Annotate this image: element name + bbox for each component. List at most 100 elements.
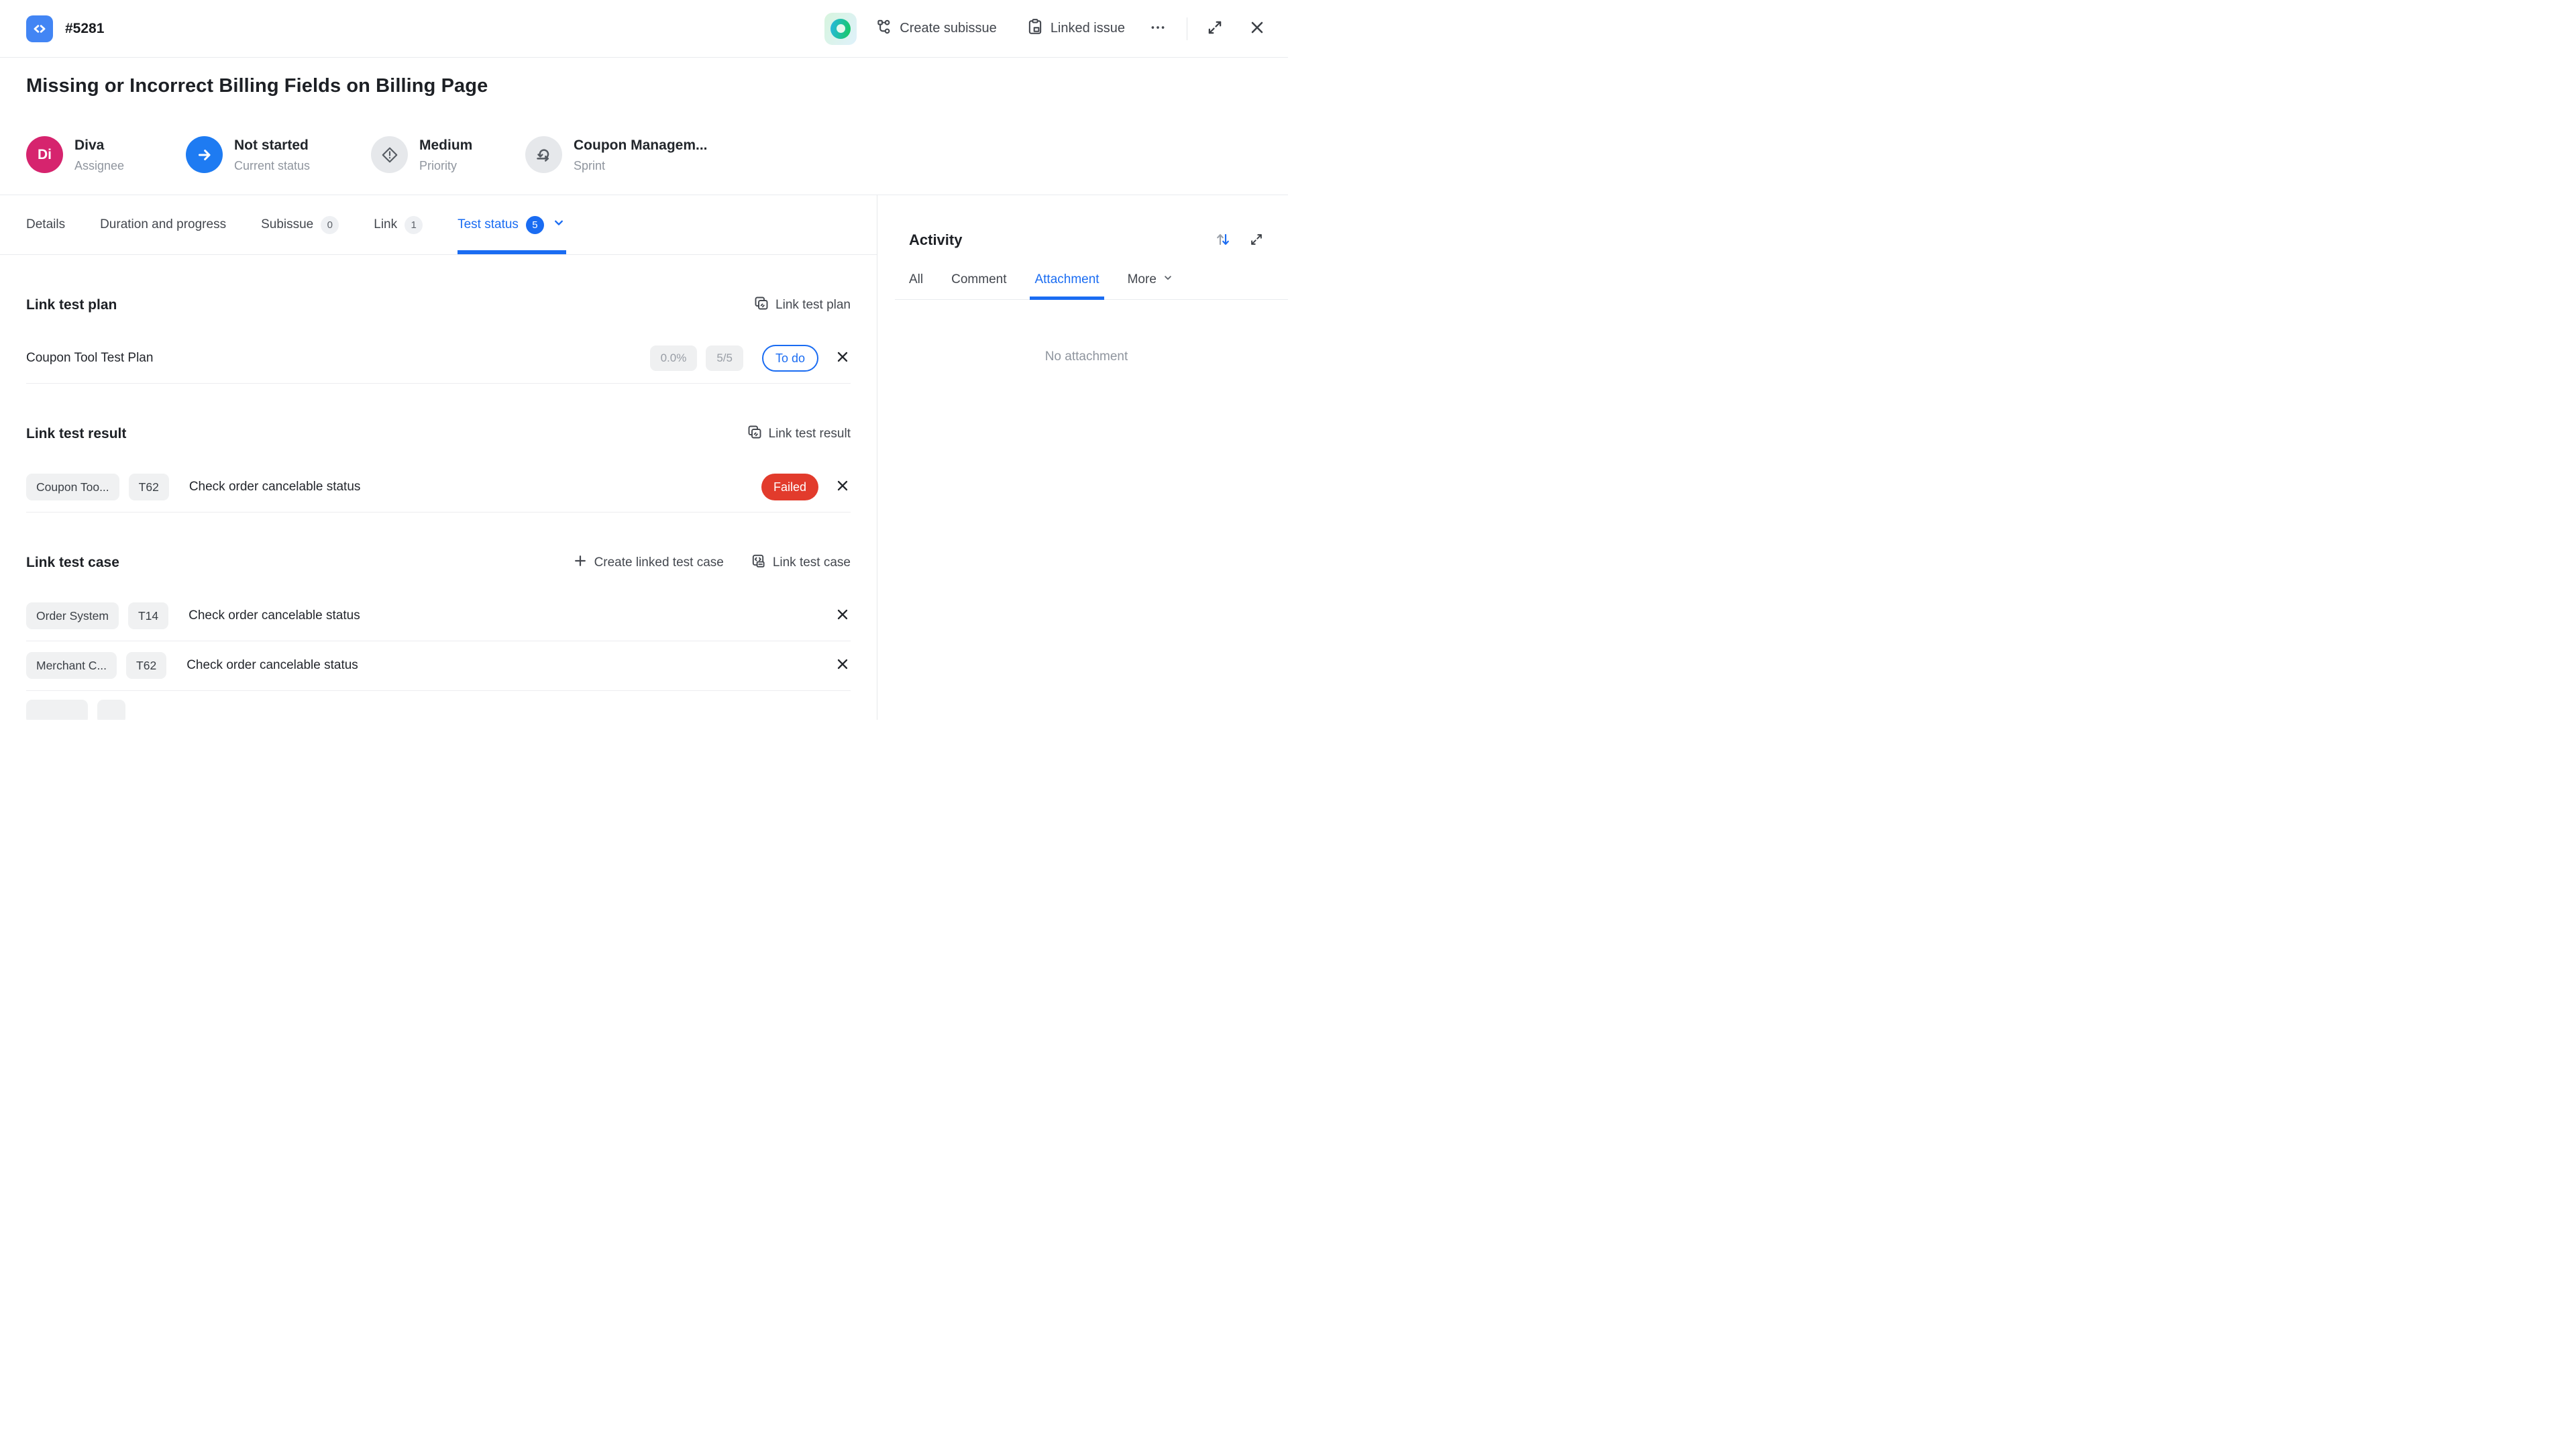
more-actions-button[interactable]: [1149, 19, 1167, 38]
test-plan-row[interactable]: Coupon Tool Test Plan 0.0% 5/5 To do: [26, 345, 851, 384]
tag: T62: [129, 474, 169, 500]
tag: Merchant C...: [26, 652, 117, 679]
activity-tab-all[interactable]: All: [909, 272, 923, 288]
test-case-row[interactable]: Order System T14 Check order cancelable …: [26, 602, 851, 641]
test-status-count-badge: 5: [526, 216, 544, 234]
section-title: Link test plan: [26, 297, 117, 313]
tag: Order System: [26, 602, 119, 629]
linked-issue-label: Linked issue: [1051, 21, 1125, 36]
sprint-field[interactable]: Coupon Managem... Sprint: [525, 136, 708, 173]
button-label: Create linked test case: [594, 555, 724, 570]
subissue-count-badge: 0: [321, 216, 339, 234]
tab-details[interactable]: Details: [26, 195, 65, 254]
ellipsis-icon: [1149, 19, 1167, 38]
progress-pill: 0.0%: [650, 345, 698, 371]
activity-tab-bar: All Comment Attachment More: [909, 272, 1264, 300]
remove-icon[interactable]: [835, 349, 851, 368]
plus-icon: [572, 553, 588, 573]
no-attachment-text: No attachment: [909, 350, 1264, 364]
issue-meta-row: Di Diva Assignee Not started Current sta…: [26, 136, 1262, 173]
activity-tab-more[interactable]: More: [1128, 272, 1174, 288]
avatar: Di: [26, 136, 63, 173]
issue-detail-modal: #5281 Create subissue: [0, 0, 1288, 724]
chevron-down-icon: [1162, 272, 1174, 288]
sprint-loop-icon: [525, 136, 562, 173]
top-bar: #5281 Create subissue: [0, 0, 1288, 58]
status-badge[interactable]: To do: [762, 345, 818, 372]
tab-label: Test status: [458, 217, 519, 232]
issue-title: Missing or Incorrect Billing Fields on B…: [26, 75, 1262, 97]
expand-activity-button[interactable]: [1249, 232, 1264, 249]
current-status-label: Current status: [234, 158, 310, 173]
tab-label: Details: [26, 217, 65, 232]
current-status-value: Not started: [234, 137, 310, 154]
link-test-plan-section-header: Link test plan Link test plan: [26, 294, 851, 317]
tab-label: Duration and progress: [100, 217, 226, 232]
test-result-title[interactable]: Check order cancelable status: [189, 480, 361, 494]
link-test-plan-button[interactable]: Link test plan: [753, 295, 851, 315]
expand-icon: [1249, 232, 1264, 249]
test-case-title[interactable]: Check order cancelable status: [186, 658, 358, 673]
test-result-row[interactable]: Coupon Too... T62 Check order cancelable…: [26, 474, 851, 513]
tab-subissue[interactable]: Subissue 0: [261, 195, 339, 254]
test-plan-title[interactable]: Coupon Tool Test Plan: [26, 351, 153, 366]
priority-field[interactable]: Medium Priority: [371, 136, 493, 173]
expand-button[interactable]: [1206, 19, 1224, 38]
assignee-field[interactable]: Di Diva Assignee: [26, 136, 154, 173]
chevron-down-icon: [551, 215, 566, 234]
section-title: Link test result: [26, 426, 126, 442]
assignee-label: Assignee: [74, 158, 124, 173]
create-subissue-button[interactable]: Create subissue: [875, 18, 997, 40]
sort-button[interactable]: [1214, 231, 1232, 250]
main-panel: Details Duration and progress Subissue 0…: [0, 195, 877, 720]
tab-bar: Details Duration and progress Subissue 0…: [0, 195, 877, 255]
section-title: Link test case: [26, 555, 119, 571]
issue-identifier: #5281: [26, 15, 104, 42]
current-status-field[interactable]: Not started Current status: [186, 136, 339, 173]
test-status-content: Link test plan Link test plan: [0, 294, 877, 720]
remove-icon[interactable]: [835, 656, 851, 676]
tag: [97, 700, 125, 720]
remove-icon[interactable]: [835, 478, 851, 497]
tab-duration-and-progress[interactable]: Duration and progress: [100, 195, 226, 254]
expand-icon: [1206, 19, 1224, 38]
link-test-result-button[interactable]: Link test result: [747, 424, 851, 444]
link-test-result-section-header: Link test result Link test result: [26, 423, 851, 445]
test-case-row[interactable]: Merchant C... T62 Check order cancelable…: [26, 652, 851, 691]
sprint-label: Sprint: [574, 158, 708, 173]
code-icon: [26, 15, 53, 42]
button-label: Link test result: [769, 427, 851, 441]
ring-icon: [830, 19, 851, 39]
activity-tab-attachment[interactable]: Attachment: [1034, 272, 1099, 288]
count-pill: 5/5: [706, 345, 743, 371]
link-squares-icon: [753, 295, 769, 315]
workflow-ring-icon[interactable]: [824, 13, 857, 45]
link-test-case-button[interactable]: Link test case: [751, 553, 851, 573]
create-linked-test-case-button[interactable]: Create linked test case: [572, 553, 724, 573]
linked-issue-button[interactable]: Linked issue: [1026, 18, 1125, 40]
test-case-row-partial: [26, 700, 851, 720]
tab-label: More: [1128, 272, 1157, 287]
arrow-right-icon: [186, 136, 223, 173]
sprint-value: Coupon Managem...: [574, 137, 708, 154]
clipboard-icon: [1026, 18, 1044, 40]
test-case-icon: [751, 553, 767, 573]
tab-label: Link: [374, 217, 397, 232]
test-case-title[interactable]: Check order cancelable status: [189, 608, 360, 623]
activity-panel: Activity: [877, 195, 1288, 720]
close-button[interactable]: [1248, 18, 1267, 39]
diamond-exclamation-icon: [371, 136, 408, 173]
link-count-badge: 1: [405, 216, 423, 234]
create-subissue-label: Create subissue: [900, 21, 997, 36]
close-icon: [1248, 18, 1267, 39]
link-test-case-section-header: Link test case Create linked test case: [26, 551, 851, 574]
remove-icon[interactable]: [835, 606, 851, 626]
assignee-value: Diva: [74, 137, 124, 154]
tab-link[interactable]: Link 1: [374, 195, 423, 254]
activity-tab-comment[interactable]: Comment: [951, 272, 1006, 288]
tab-test-status[interactable]: Test status 5: [458, 195, 566, 254]
tag: [26, 700, 88, 720]
modal-body: Details Duration and progress Subissue 0…: [0, 195, 1288, 720]
activity-title: Activity: [909, 231, 962, 249]
issue-id: #5281: [65, 21, 104, 37]
